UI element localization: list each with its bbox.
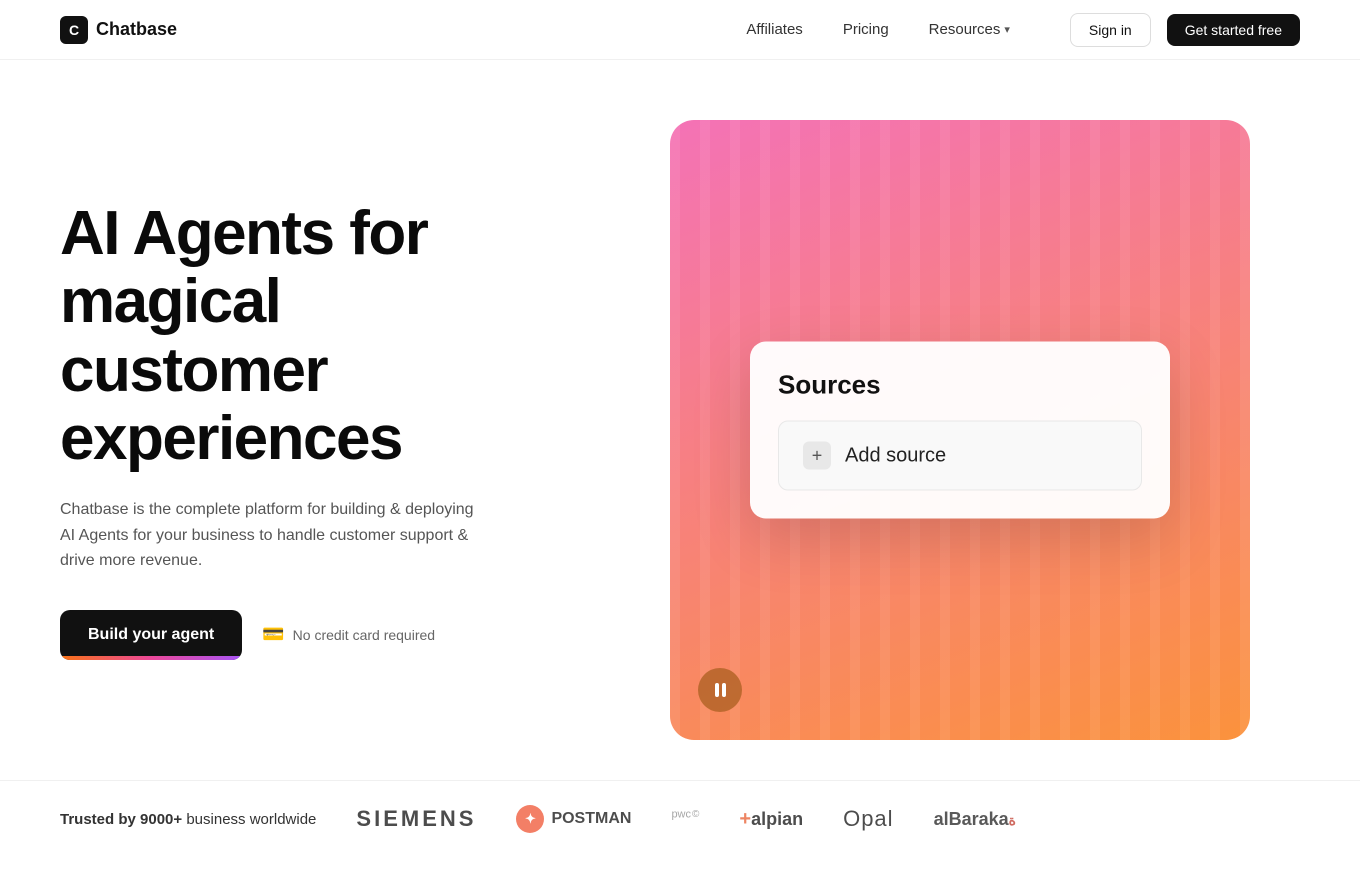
no-cc-note: 💳 No credit card required bbox=[262, 624, 435, 645]
hero-cta: Build your agent 💳 No credit card requir… bbox=[60, 610, 560, 660]
logo-text: Chatbase bbox=[96, 19, 177, 40]
logo-pwc: pwc© bbox=[671, 808, 699, 831]
sources-card: Sources + Add source bbox=[750, 342, 1170, 519]
plus-icon: + bbox=[803, 442, 831, 470]
add-source-label: Add source bbox=[845, 444, 946, 467]
logo-alpian: +alpian bbox=[739, 808, 803, 831]
hero-visual: Sources + Add source bbox=[670, 120, 1250, 740]
credit-card-icon: 💳 bbox=[262, 624, 284, 645]
hero-left: AI Agents for magical customer experienc… bbox=[60, 200, 560, 660]
hero-section: AI Agents for magical customer experienc… bbox=[0, 60, 1360, 780]
hero-right: Sources + Add source bbox=[620, 120, 1300, 740]
logo-icon: C bbox=[60, 16, 88, 44]
trusted-text: Trusted by 9000+ business worldwide bbox=[60, 811, 316, 828]
logo-albaraka: alBarakaة bbox=[934, 809, 1016, 830]
build-agent-button[interactable]: Build your agent bbox=[60, 610, 242, 660]
add-source-button[interactable]: + Add source bbox=[778, 421, 1142, 491]
logo-opal: Opal bbox=[843, 806, 893, 832]
sources-title: Sources bbox=[778, 370, 1142, 401]
navbar: C Chatbase Affiliates Pricing Resources … bbox=[0, 0, 1360, 60]
logo-postman: ✦ POSTMAN bbox=[516, 805, 631, 833]
postman-icon: ✦ bbox=[516, 805, 544, 833]
nav-pricing[interactable]: Pricing bbox=[843, 21, 889, 38]
hero-headline: AI Agents for magical customer experienc… bbox=[60, 200, 560, 473]
logo-siemens: SIEMENS bbox=[356, 806, 476, 832]
trusted-logos: SIEMENS ✦ POSTMAN pwc© +alpian Opal alBa… bbox=[356, 805, 1016, 833]
signin-button[interactable]: Sign in bbox=[1070, 13, 1151, 47]
trusted-section: Trusted by 9000+ business worldwide SIEM… bbox=[0, 780, 1360, 873]
pause-button[interactable] bbox=[698, 668, 742, 712]
chevron-down-icon: ▾ bbox=[1004, 23, 1010, 36]
nav-right-actions: Sign in Get started free bbox=[1070, 13, 1300, 47]
hero-description: Chatbase is the complete platform for bu… bbox=[60, 497, 490, 574]
nav-links: Affiliates Pricing Resources ▾ bbox=[746, 21, 1010, 39]
get-started-button[interactable]: Get started free bbox=[1167, 14, 1300, 46]
logo-link[interactable]: C Chatbase bbox=[60, 16, 177, 44]
no-cc-text: No credit card required bbox=[293, 627, 435, 643]
pause-icon bbox=[715, 683, 726, 697]
nav-resources[interactable]: Resources ▾ bbox=[929, 21, 1010, 38]
nav-affiliates[interactable]: Affiliates bbox=[746, 21, 802, 38]
